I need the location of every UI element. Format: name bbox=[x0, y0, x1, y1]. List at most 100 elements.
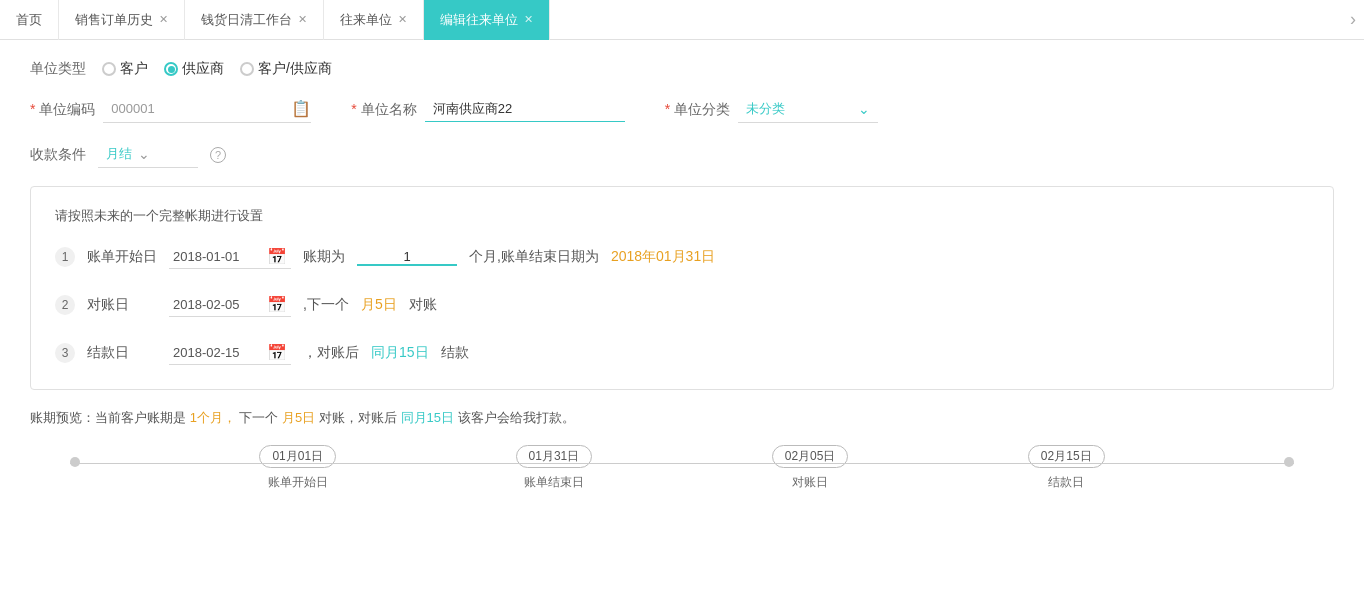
radio-customer-label: 客户 bbox=[120, 60, 148, 78]
radio-customer-circle bbox=[102, 62, 116, 76]
payment-prefix: ，对账后 bbox=[303, 344, 359, 362]
reconcile-highlight: 月5日 bbox=[361, 296, 397, 314]
preview-label: 账期预览：当前客户账期是 bbox=[30, 410, 186, 425]
start-date-input-box: 📅 bbox=[169, 245, 291, 269]
preview-end: 该客户会给我打款。 bbox=[458, 410, 575, 425]
tab-partner-units[interactable]: 往来单位 ✕ bbox=[324, 0, 424, 40]
tab-edit-partner-close[interactable]: ✕ bbox=[524, 14, 533, 25]
setting-row-1: 1 账单开始日 📅 账期为 个月,账单结束日期为 2018年01月31日 bbox=[55, 245, 1309, 269]
tabs-expand-icon[interactable]: › bbox=[1350, 9, 1356, 30]
preview-payment: 同月15日 bbox=[401, 410, 454, 425]
payment-terms-label: 收款条件 bbox=[30, 146, 86, 164]
payment-date-input-box: 📅 bbox=[169, 341, 291, 365]
radio-customer[interactable]: 客户 bbox=[102, 60, 148, 78]
start-date-calendar-icon[interactable]: 📅 bbox=[267, 247, 287, 266]
tab-sales-history-close[interactable]: ✕ bbox=[159, 14, 168, 25]
unit-info-row: 单位编码 📋 单位名称 单位分类 未分类 ⌄ bbox=[30, 96, 1334, 123]
timeline-node-3: 02月05日 对账日 bbox=[772, 445, 849, 491]
timeline-node-2-badge: 01月31日 bbox=[516, 445, 593, 468]
unit-category-label: 单位分类 bbox=[665, 101, 730, 119]
preview-middle: 对账，对账后 bbox=[319, 410, 397, 425]
radio-supplier-label: 供应商 bbox=[182, 60, 224, 78]
timeline-end-dot bbox=[1284, 457, 1294, 467]
timeline-line bbox=[70, 463, 1294, 464]
tab-cash-work-close[interactable]: ✕ bbox=[298, 14, 307, 25]
timeline-node-2: 01月31日 账单结束日 bbox=[516, 445, 593, 491]
timeline-node-4: 02月15日 结款日 bbox=[1028, 445, 1105, 491]
tab-cash-work[interactable]: 钱货日清工作台 ✕ bbox=[185, 0, 324, 40]
setting-row-2: 2 对账日 📅 ,下一个 月5日 对账 bbox=[55, 293, 1309, 317]
step-1: 1 bbox=[55, 247, 75, 267]
period-value-input[interactable] bbox=[357, 249, 457, 266]
unit-type-row: 单位类型 客户 供应商 客户/供应商 bbox=[30, 60, 1334, 78]
setting-row-3: 3 结款日 📅 ，对账后 同月15日 结款 bbox=[55, 341, 1309, 365]
unit-name-group: 单位名称 bbox=[351, 98, 624, 122]
unit-category-arrow: ⌄ bbox=[858, 101, 870, 117]
tab-edit-partner-label: 编辑往来单位 bbox=[440, 11, 518, 29]
step-3: 3 bbox=[55, 343, 75, 363]
timeline-section: 01月01日 账单开始日 01月31日 账单结束日 02月05日 对账日 02月… bbox=[30, 445, 1334, 491]
preview-period: 1个月， bbox=[190, 410, 236, 425]
tab-sales-history-label: 销售订单历史 bbox=[75, 11, 153, 29]
timeline-start-dot bbox=[70, 457, 80, 467]
unit-type-label: 单位类型 bbox=[30, 60, 90, 78]
timeline-nodes-row: 01月01日 账单开始日 01月31日 账单结束日 02月05日 对账日 02月… bbox=[70, 445, 1294, 491]
main-content: 单位类型 客户 供应商 客户/供应商 单位编码 📋 单位 bbox=[0, 40, 1364, 608]
preview-next: 下一个 bbox=[239, 410, 278, 425]
tab-cash-work-label: 钱货日清工作台 bbox=[201, 11, 292, 29]
end-date-highlight: 2018年01月31日 bbox=[611, 248, 715, 266]
unit-category-value: 未分类 bbox=[746, 100, 785, 118]
payment-terms-select[interactable]: 月结 ⌄ bbox=[98, 141, 198, 168]
unit-name-input[interactable] bbox=[425, 98, 625, 122]
payment-date-input[interactable] bbox=[173, 345, 263, 360]
reconcile-suffix: 对账 bbox=[409, 296, 437, 314]
setting-2-label: 对账日 bbox=[87, 296, 157, 314]
unit-code-group: 单位编码 📋 bbox=[30, 97, 311, 123]
radio-supplier-circle bbox=[164, 62, 178, 76]
card-title: 请按照未来的一个完整帐期进行设置 bbox=[55, 207, 1309, 225]
preview-text: 账期预览：当前客户账期是 1个月， 下一个 月5日 对账，对账后 同月15日 该… bbox=[30, 406, 1334, 429]
setting-1-label: 账单开始日 bbox=[87, 248, 157, 266]
radio-customer-supplier-label: 客户/供应商 bbox=[258, 60, 332, 78]
period-unit: 个月,账单结束日期为 bbox=[469, 248, 599, 266]
tab-sales-history[interactable]: 销售订单历史 ✕ bbox=[59, 0, 185, 40]
unit-code-input[interactable] bbox=[103, 97, 287, 120]
timeline-node-4-label: 结款日 bbox=[1048, 474, 1084, 491]
timeline-node-3-label: 对账日 bbox=[792, 474, 828, 491]
reconcile-date-input[interactable] bbox=[173, 297, 263, 312]
payment-terms-value: 月结 bbox=[106, 145, 132, 163]
radio-customer-supplier-circle bbox=[240, 62, 254, 76]
timeline-end bbox=[1284, 457, 1294, 467]
payment-terms-row: 收款条件 月结 ⌄ ? bbox=[30, 141, 1334, 168]
radio-customer-supplier[interactable]: 客户/供应商 bbox=[240, 60, 332, 78]
setting-3-label: 结款日 bbox=[87, 344, 157, 362]
payment-suffix: 结款 bbox=[441, 344, 469, 362]
preview-reconcile: 月5日 bbox=[282, 410, 315, 425]
period-settings-card: 请按照未来的一个完整帐期进行设置 1 账单开始日 📅 账期为 个月,账单结束日期… bbox=[30, 186, 1334, 390]
timeline-node-3-badge: 02月05日 bbox=[772, 445, 849, 468]
unit-code-copy-icon[interactable]: 📋 bbox=[291, 99, 311, 118]
tab-home[interactable]: 首页 bbox=[8, 0, 59, 40]
radio-supplier[interactable]: 供应商 bbox=[164, 60, 224, 78]
reconcile-date-input-box: 📅 bbox=[169, 293, 291, 317]
payment-terms-help-icon[interactable]: ? bbox=[210, 147, 226, 163]
unit-type-radio-group: 客户 供应商 客户/供应商 bbox=[102, 60, 332, 78]
unit-category-select[interactable]: 未分类 ⌄ bbox=[738, 96, 878, 123]
tab-edit-partner[interactable]: 编辑往来单位 ✕ bbox=[424, 0, 550, 40]
payment-highlight: 同月15日 bbox=[371, 344, 429, 362]
tab-home-label: 首页 bbox=[16, 11, 42, 29]
payment-date-calendar-icon[interactable]: 📅 bbox=[267, 343, 287, 362]
unit-code-label: 单位编码 bbox=[30, 101, 95, 119]
tab-partner-units-label: 往来单位 bbox=[340, 11, 392, 29]
timeline-node-2-label: 账单结束日 bbox=[524, 474, 584, 491]
step-2: 2 bbox=[55, 295, 75, 315]
start-date-input[interactable] bbox=[173, 249, 263, 264]
timeline-node-1-badge: 01月01日 bbox=[259, 445, 336, 468]
unit-code-input-wrapper: 📋 bbox=[103, 97, 311, 123]
timeline-node-4-badge: 02月15日 bbox=[1028, 445, 1105, 468]
payment-terms-arrow: ⌄ bbox=[138, 146, 150, 162]
unit-category-group: 单位分类 未分类 ⌄ bbox=[665, 96, 878, 123]
reconcile-date-calendar-icon[interactable]: 📅 bbox=[267, 295, 287, 314]
unit-name-label: 单位名称 bbox=[351, 101, 416, 119]
tab-partner-units-close[interactable]: ✕ bbox=[398, 14, 407, 25]
